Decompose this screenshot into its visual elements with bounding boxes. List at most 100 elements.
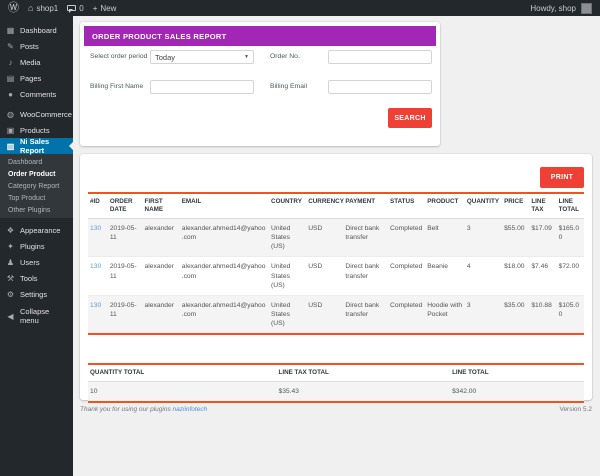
column-header: FIRST NAME xyxy=(143,193,180,219)
search-button[interactable]: SEARCH xyxy=(388,108,432,128)
table-cell: 130 xyxy=(88,219,108,257)
table-cell: 130 xyxy=(88,295,108,334)
sidebar-item-label: Media xyxy=(20,58,40,67)
sidebar-item-media[interactable]: ♪ Media xyxy=(0,54,73,70)
column-header: LINE TAX xyxy=(529,193,556,219)
billing-email-input[interactable] xyxy=(328,80,432,94)
order-period-select[interactable]: Today ▼ xyxy=(150,50,254,64)
column-header: #ID xyxy=(88,193,108,219)
sidebar-item-label: Tools xyxy=(20,274,38,283)
posts-icon: ✎ xyxy=(6,42,15,51)
table-cell: 130 xyxy=(88,257,108,295)
naziinfotech-link[interactable]: naziinfotech xyxy=(173,406,208,413)
order-id-link[interactable]: 130 xyxy=(90,263,101,270)
sidebar-item-label: Plugins xyxy=(20,242,45,251)
admin-bar: Ⓦ ⌂ shop1 0 + New Howdy, shop xyxy=(0,0,600,16)
sidebar-item-comments[interactable]: ● Comments xyxy=(0,86,73,102)
billing-first-name-input[interactable] xyxy=(150,80,254,94)
column-header: QUANTITY TOTAL xyxy=(88,364,276,382)
totals-header-row: QUANTITY TOTAL LINE TAX TOTAL LINE TOTAL xyxy=(88,364,584,382)
order-id-link[interactable]: 130 xyxy=(90,302,101,309)
collapse-menu-button[interactable]: ◀ Collapse menu xyxy=(0,308,73,324)
sidebar-item-label: Comments xyxy=(20,90,56,99)
table-row: 130 2019-05-11 alexander alexander.ahmed… xyxy=(88,295,584,334)
column-header: PRODUCT xyxy=(425,193,465,219)
submenu-item-top-product[interactable]: Top Product xyxy=(0,192,73,204)
sidebar-item-label: Settings xyxy=(20,290,47,299)
submenu-item-other-plugins[interactable]: Other Plugins xyxy=(0,204,73,216)
table-cell: $10.88 xyxy=(529,295,556,334)
sidebar-item-tools[interactable]: ⚒ Tools xyxy=(0,270,73,286)
chevron-down-icon: ▼ xyxy=(244,54,249,60)
pages-icon: ▤ xyxy=(6,74,15,83)
submenu-item-label: Other Plugins xyxy=(8,207,50,214)
sidebar-item-label: WooCommerce xyxy=(20,110,72,119)
table-cell: 2019-05-11 xyxy=(108,295,143,334)
sales-report-icon: ▥ xyxy=(6,142,15,151)
sidebar-item-settings[interactable]: ⚙ Settings xyxy=(0,286,73,302)
sidebar-item-dashboard[interactable]: ▦ Dashboard xyxy=(0,22,73,38)
column-header: LINE TOTAL xyxy=(557,193,584,219)
table-cell: $105.00 xyxy=(557,295,584,334)
sidebar-item-label: Appearance xyxy=(20,226,60,235)
comments-counter-button[interactable]: 0 xyxy=(67,4,83,13)
print-button[interactable]: PRINT xyxy=(540,167,584,188)
submenu-item-label: Dashboard xyxy=(8,159,42,166)
order-no-input[interactable] xyxy=(328,50,432,64)
table-cell: $72.00 xyxy=(557,257,584,295)
wordpress-logo-button[interactable]: Ⓦ xyxy=(8,3,19,14)
sidebar-item-plugins[interactable]: ✦ Plugins xyxy=(0,238,73,254)
sidebar-item-ni-sales-report[interactable]: ▥ Ni Sales Report xyxy=(0,138,73,154)
ni-sales-report-submenu: Dashboard Order Product Category Report … xyxy=(0,154,73,218)
sidebar-item-label: Posts xyxy=(20,42,39,51)
sidebar-item-woocommerce[interactable]: ◍ WooCommerce xyxy=(0,106,73,122)
appearance-icon: ❖ xyxy=(6,226,15,235)
sidebar-item-posts[interactable]: ✎ Posts xyxy=(0,38,73,54)
sidebar-item-users[interactable]: ♟ Users xyxy=(0,254,73,270)
table-cell: Direct bank transfer xyxy=(343,295,388,334)
table-cell: USD xyxy=(306,295,343,334)
version-label: Version 5.2 xyxy=(559,406,592,413)
table-cell: alexander xyxy=(143,295,180,334)
sidebar-item-label: Dashboard xyxy=(20,26,57,35)
collapse-menu-label: Collapse menu xyxy=(20,307,67,325)
table-cell: USD xyxy=(306,257,343,295)
new-content-button[interactable]: + New xyxy=(93,4,117,13)
table-cell: alexander xyxy=(143,257,180,295)
site-name-button[interactable]: ⌂ shop1 xyxy=(28,4,58,13)
billing-email-label: Billing Email xyxy=(270,82,326,91)
order-period-value: Today xyxy=(155,53,175,62)
quantity-total-value: 10 xyxy=(88,381,276,402)
submenu-item-order-product[interactable]: Order Product xyxy=(0,168,73,180)
table-cell: United States (US) xyxy=(269,219,306,257)
panel-title: ORDER PRODUCT SALES REPORT xyxy=(84,26,436,46)
plus-icon: + xyxy=(93,4,98,13)
admin-sidebar: ▦ Dashboard ✎ Posts ♪ Media ▤ Pages ● Co… xyxy=(0,16,73,476)
comments-count: 0 xyxy=(79,4,83,13)
sidebar-item-label: Pages xyxy=(20,74,41,83)
column-header: LINE TAX TOTAL xyxy=(276,364,450,382)
table-cell: $165.00 xyxy=(557,219,584,257)
table-cell: 2019-05-11 xyxy=(108,257,143,295)
table-cell: alexander xyxy=(143,219,180,257)
howdy-account-button[interactable]: Howdy, shop xyxy=(530,4,576,13)
table-cell: $18.00 xyxy=(502,257,529,295)
table-row: 130 2019-05-11 alexander alexander.ahmed… xyxy=(88,219,584,257)
sidebar-item-pages[interactable]: ▤ Pages xyxy=(0,70,73,86)
submenu-item-dashboard[interactable]: Dashboard xyxy=(0,156,73,168)
submenu-item-category-report[interactable]: Category Report xyxy=(0,180,73,192)
order-id-link[interactable]: 130 xyxy=(90,225,101,232)
submenu-item-label: Category Report xyxy=(8,183,59,190)
column-header: CURRENCY xyxy=(306,193,343,219)
table-cell: $35.00 xyxy=(502,295,529,334)
column-header: COUNTRY xyxy=(269,193,306,219)
sidebar-item-products[interactable]: ▣ Products xyxy=(0,122,73,138)
billing-first-name-label: Billing First Name xyxy=(90,82,150,91)
woocommerce-icon: ◍ xyxy=(6,110,15,119)
table-cell: Completed xyxy=(388,219,425,257)
totals-row: 10 $35.43 $342.00 xyxy=(88,381,584,402)
sidebar-item-appearance[interactable]: ❖ Appearance xyxy=(0,222,73,238)
user-avatar[interactable] xyxy=(581,3,592,14)
sidebar-item-label: Products xyxy=(20,126,50,135)
table-cell: United States (US) xyxy=(269,295,306,334)
